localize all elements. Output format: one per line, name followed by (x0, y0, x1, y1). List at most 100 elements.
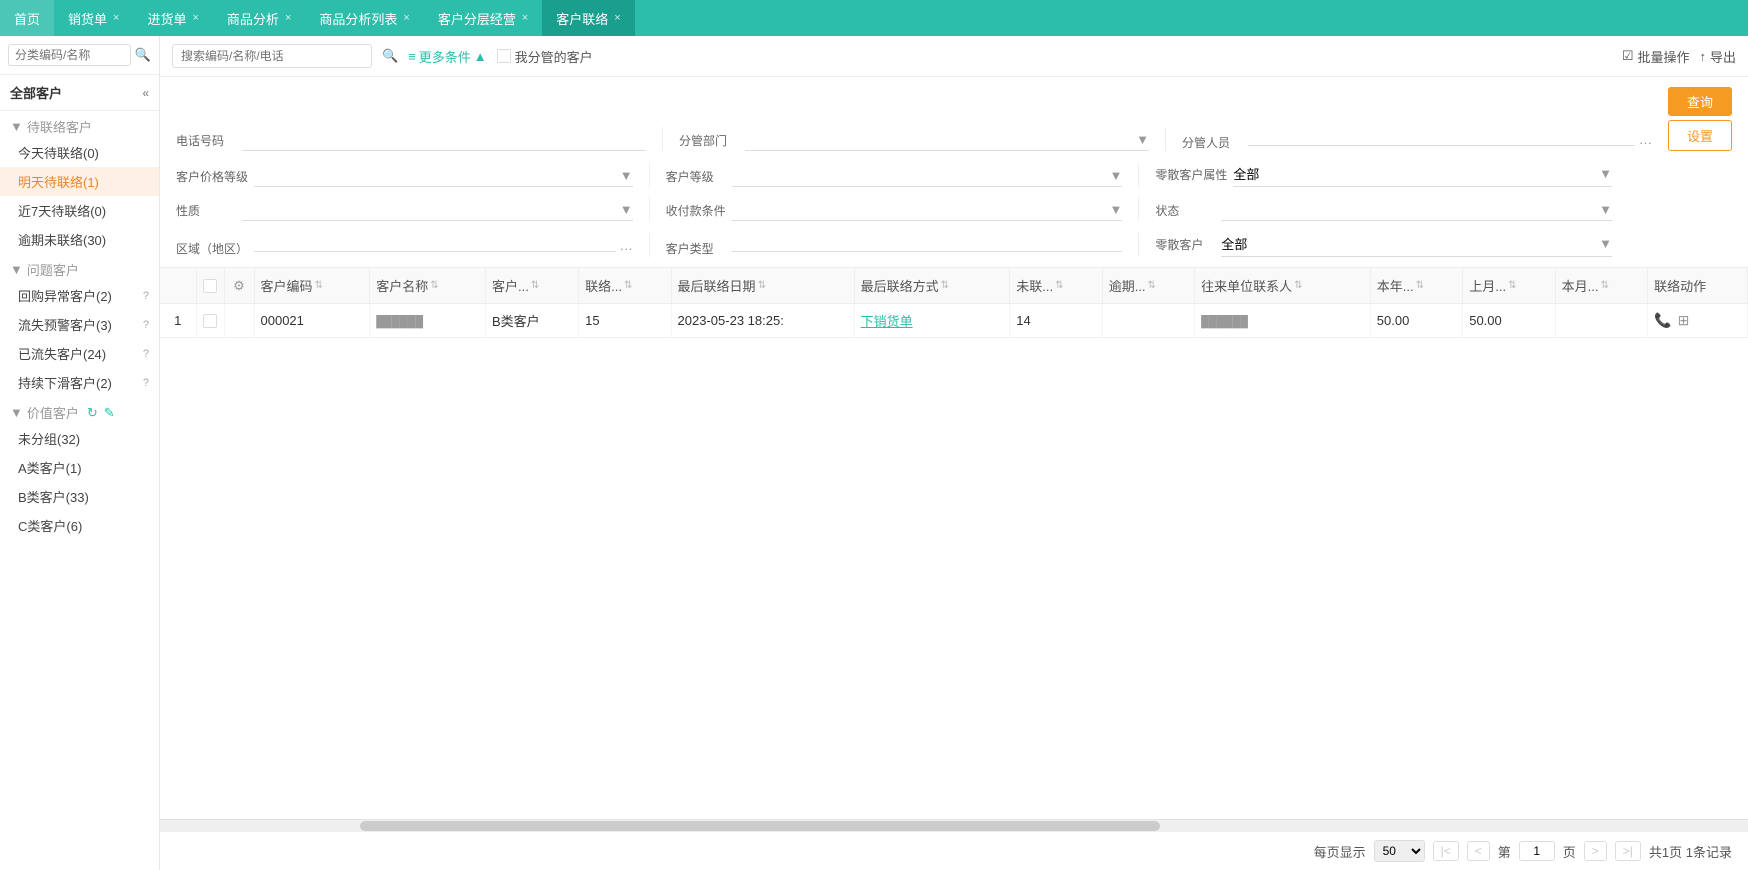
nav-customer-contact[interactable]: 客户联络 × (542, 0, 634, 36)
sidebar-item-b-class[interactable]: B类客户(33) (0, 482, 159, 511)
th-gear[interactable]: ⚙ (224, 268, 254, 304)
close-icon[interactable]: × (192, 12, 198, 24)
header-checkbox[interactable] (203, 279, 217, 293)
first-page-button[interactable]: |< (1433, 841, 1459, 861)
nav-customer-tier[interactable]: 客户分层经营 × (424, 0, 542, 36)
search-button[interactable]: 🔍 (382, 48, 398, 64)
my-customers-checkbox[interactable]: 我分管的客户 (497, 47, 593, 66)
sidebar-item-churned[interactable]: 已流失客户(24) ? (0, 339, 159, 368)
sidebar-item-declining[interactable]: 持续下滑客户(2) ? (0, 368, 159, 397)
th-unit-contacts: 往来单位联系人 ⇅ (1195, 268, 1371, 304)
top-nav: 首页 销货单 × 进货单 × 商品分析 × 商品分析列表 × 客户分层经营 × … (0, 0, 1748, 36)
sidebar-item-overdue[interactable]: 逾期未联络(30) (0, 225, 159, 254)
sort-icon: ⇅ (1148, 280, 1156, 291)
filter-region-select[interactable] (254, 245, 616, 252)
filter-customer-level-select[interactable]: ▼ (732, 165, 1123, 187)
refresh-icon[interactable]: ↻ (87, 405, 98, 421)
sort-icon: ⇅ (1055, 280, 1063, 291)
nav-sales[interactable]: 销货单 × (54, 0, 133, 36)
next-page-button[interactable]: > (1584, 841, 1607, 861)
cell-actions: 📞 ⊞ (1648, 304, 1748, 338)
th-type: 客户... ⇅ (485, 268, 578, 304)
per-page-label: 每页显示 (1314, 842, 1366, 861)
th-num (160, 268, 196, 304)
separator (1165, 127, 1166, 151)
cell-gear (224, 304, 254, 338)
contact-method-link[interactable]: 下销货单 (861, 314, 913, 329)
close-icon[interactable]: × (285, 12, 291, 24)
separator (1138, 163, 1139, 187)
filter-phone-input[interactable] (242, 130, 646, 151)
filter-icon: ≡ (408, 49, 416, 64)
sidebar-item-7days[interactable]: 近7天待联络(0) (0, 196, 159, 225)
sidebar-item-c-class[interactable]: C类客户(6) (0, 511, 159, 540)
th-code: 客户编码 ⇅ (254, 268, 370, 304)
chevron-down-icon: ▼ (1599, 236, 1612, 251)
collapse-icon[interactable]: « (142, 86, 149, 100)
close-icon[interactable]: × (113, 12, 119, 24)
cell-this-month (1555, 304, 1647, 338)
th-not-contacted: 未联... ⇅ (1010, 268, 1102, 304)
table-row: 1 000021 ██████ B类客户 15 2023-05-23 18:25… (160, 304, 1748, 338)
filter-price-level-select[interactable]: ▼ (254, 165, 633, 187)
close-icon[interactable]: × (403, 12, 409, 24)
filter-price-level-label: 客户价格等级 (176, 168, 248, 185)
nav-purchase[interactable]: 进货单 × (133, 0, 212, 36)
sidebar-item-churn-warning[interactable]: 流失预警客户(3) ? (0, 310, 159, 339)
filter-person-select[interactable] (1248, 139, 1635, 146)
all-customers-label: 全部客户 (10, 83, 62, 102)
nav-product-analysis-list[interactable]: 商品分析列表 × (305, 0, 423, 36)
scrollbar-thumb[interactable] (360, 821, 1160, 831)
edit-icon[interactable]: ✎ (104, 405, 115, 421)
th-name: 客户名称 ⇅ (370, 268, 486, 304)
table-area: ⚙ 客户编码 ⇅ 客户名称 ⇅ (160, 268, 1748, 819)
query-button[interactable]: 查询 (1668, 87, 1732, 116)
export-button[interactable]: ↑ 导出 (1699, 47, 1736, 66)
search-input[interactable] (172, 44, 372, 68)
filter-retail-customer: 零散客户 全部 ▼ (1155, 231, 1612, 257)
table-header-row: ⚙ 客户编码 ⇅ 客户名称 ⇅ (160, 268, 1748, 304)
close-icon[interactable]: × (522, 12, 528, 24)
bulk-ops-button[interactable]: ☑ 批量操作 (1622, 47, 1690, 66)
filter-dept-select[interactable]: ▼ (745, 129, 1149, 151)
nav-home[interactable]: 首页 (0, 0, 54, 36)
sidebar-item-abnormal[interactable]: 回购异常客户(2) ? (0, 281, 159, 310)
last-page-button[interactable]: >| (1615, 841, 1641, 861)
cell-last-month: 50.00 (1463, 304, 1555, 338)
more-options-dots-icon[interactable]: ··· (620, 241, 633, 256)
nav-product-analysis[interactable]: 商品分析 × (213, 0, 305, 36)
sidebar-item-today[interactable]: 今天待联络(0) (0, 138, 159, 167)
filter-nature-select[interactable]: ▼ (242, 199, 633, 221)
th-last-date: 最后联络日期 ⇅ (671, 268, 854, 304)
sidebar-search-input[interactable] (8, 44, 131, 66)
prev-page-button[interactable]: < (1467, 841, 1490, 861)
settings-button[interactable]: 设置 (1668, 120, 1732, 151)
cell-this-year: 50.00 (1370, 304, 1462, 338)
filter-payment-select[interactable]: ▼ (732, 199, 1123, 221)
filter-customer-type-select[interactable] (732, 245, 1123, 252)
search-icon[interactable]: 🔍 (135, 47, 151, 63)
filter-status-select[interactable]: ▼ (1221, 199, 1612, 221)
horizontal-scrollbar[interactable] (160, 819, 1748, 831)
per-page-select[interactable]: 50 100 200 (1374, 840, 1425, 862)
sidebar-item-tomorrow[interactable]: 明天待联络(1) (0, 167, 159, 196)
filter-person-label: 分管人员 (1182, 134, 1242, 151)
separator (662, 127, 663, 151)
sidebar-item-ungroup[interactable]: 未分组(32) (0, 424, 159, 453)
filter-retail-attr-select[interactable]: 全部 ▼ (1233, 161, 1612, 187)
filter-person: 分管人员 ··· (1182, 134, 1652, 151)
phone-icon[interactable]: 📞 (1654, 312, 1671, 329)
filter-retail-customer-select[interactable]: 全部 ▼ (1221, 231, 1612, 257)
chevron-down-icon: ▼ (1599, 166, 1612, 181)
page-number-input[interactable] (1519, 841, 1555, 861)
sidebar-item-a-class[interactable]: A类客户(1) (0, 453, 159, 482)
more-filter-button[interactable]: ≡ 更多条件 ▲ (408, 47, 486, 66)
separator (649, 197, 650, 221)
sidebar-all-customers[interactable]: 全部客户 « (0, 75, 159, 111)
cell-code: 000021 (254, 304, 370, 338)
checkbox-icon[interactable] (497, 49, 511, 63)
row-checkbox[interactable] (203, 314, 217, 328)
close-icon[interactable]: × (614, 12, 620, 24)
grid-icon[interactable]: ⊞ (1678, 312, 1690, 329)
more-options-icon[interactable]: ··· (1639, 135, 1652, 150)
